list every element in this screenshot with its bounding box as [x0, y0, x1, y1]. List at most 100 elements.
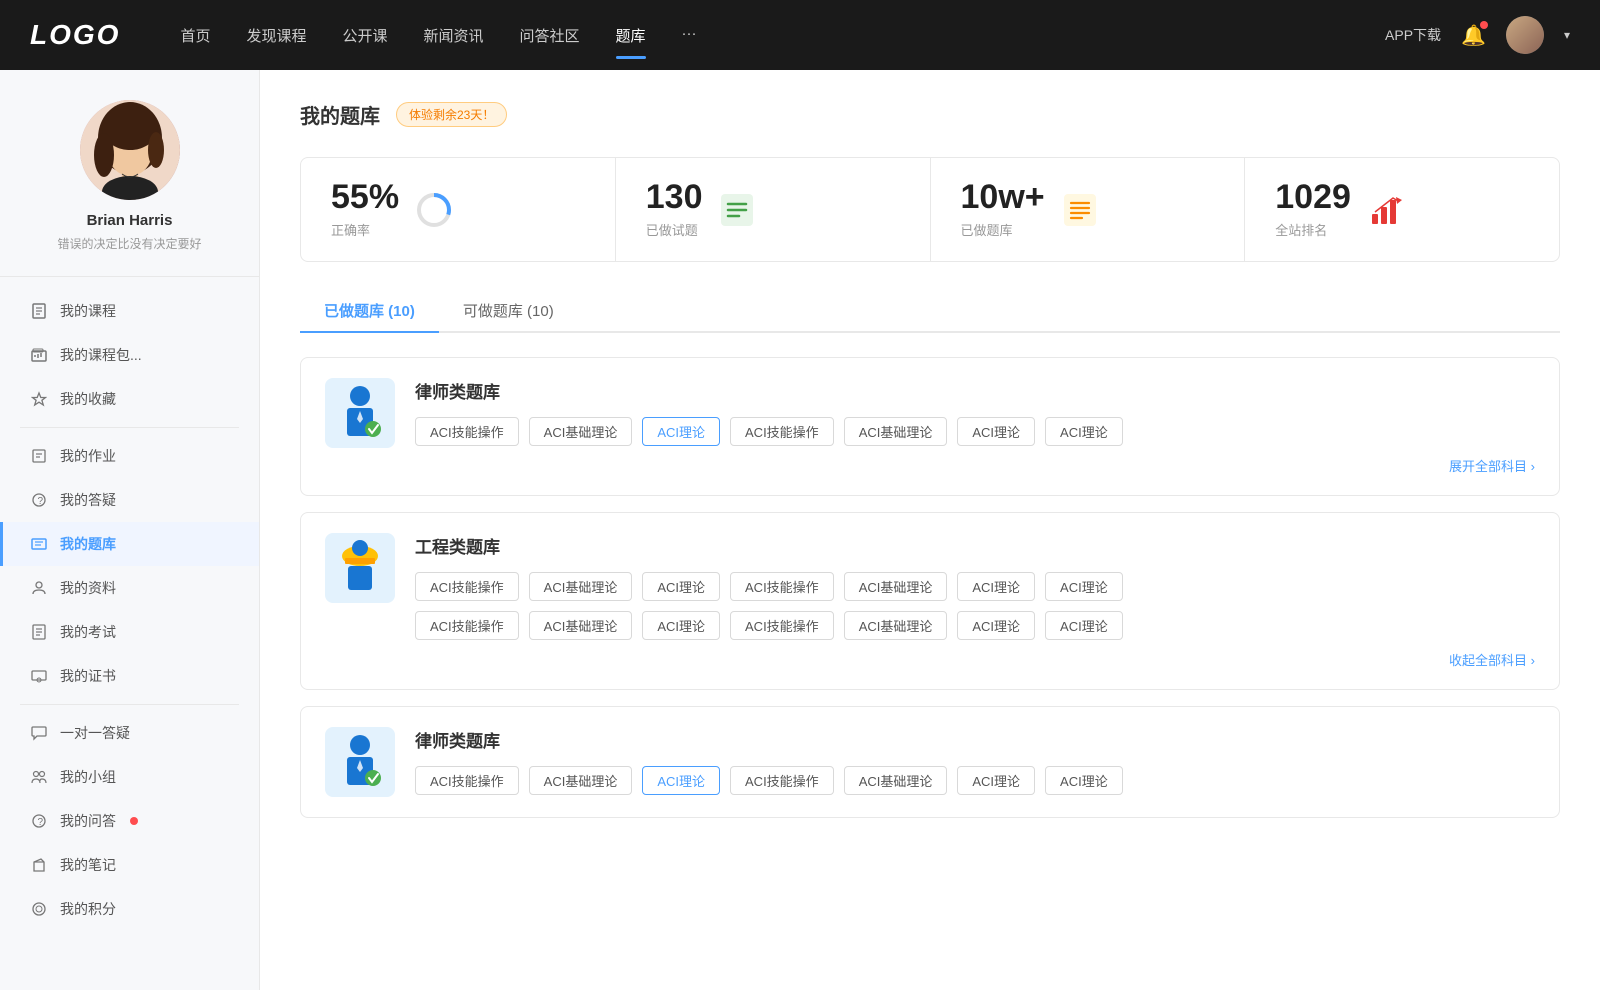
- eng-tag-14[interactable]: ACI理论: [1045, 611, 1123, 640]
- qbank-tags-lawyer-1: ACI技能操作 ACI基础理论 ACI理论 ACI技能操作 ACI基础理论 AC…: [415, 417, 1535, 446]
- sidebar-bio: 错误的决定比没有决定要好: [20, 235, 239, 252]
- collapse-link-engineer[interactable]: 收起全部科目 ›: [415, 650, 1535, 669]
- nav-right: APP下载 🔔 ▾: [1385, 16, 1570, 54]
- sidebar-item-coursepack[interactable]: 我的课程包...: [0, 333, 259, 377]
- svg-text:?: ?: [38, 496, 44, 507]
- nav-avatar[interactable]: [1506, 16, 1544, 54]
- eng-tag-10[interactable]: ACI理论: [642, 611, 720, 640]
- qbank-tags-engineer-row1: ACI技能操作 ACI基础理论 ACI理论 ACI技能操作 ACI基础理论 AC…: [415, 572, 1535, 601]
- exam-icon: [30, 623, 48, 641]
- sidebar-item-label-qbank: 我的题库: [60, 534, 116, 554]
- stat-done-questions-label: 已做试题: [646, 220, 703, 239]
- sidebar-item-label-coursepack: 我的课程包...: [60, 345, 142, 365]
- nav-link-discover[interactable]: 发现课程: [246, 20, 306, 51]
- lawyer2-tag-4[interactable]: ACI技能操作: [730, 766, 834, 795]
- lawyer2-tag-7[interactable]: ACI理论: [1045, 766, 1123, 795]
- sidebar-avatar: [80, 100, 180, 200]
- eng-tag-4[interactable]: ACI技能操作: [730, 572, 834, 601]
- nav-link-home[interactable]: 首页: [180, 20, 210, 51]
- tag-aci-skill-1[interactable]: ACI技能操作: [415, 417, 519, 446]
- pie-chart-icon: [415, 191, 453, 229]
- stat-done-questions-value: 130: [646, 180, 703, 214]
- nav-avatar-image: [1506, 16, 1544, 54]
- stats-row: 55% 正确率 130 已做试题: [300, 157, 1560, 262]
- nav-link-opencourse[interactable]: 公开课: [342, 20, 387, 51]
- sidebar-profile: Brian Harris 错误的决定比没有决定要好: [0, 100, 259, 277]
- page-header: 我的题库 体验剩余23天！: [300, 100, 1560, 129]
- eng-tag-9[interactable]: ACI基础理论: [529, 611, 633, 640]
- myqa-notification-dot: [130, 817, 138, 825]
- sidebar-item-cert[interactable]: 我的证书: [0, 654, 259, 698]
- sidebar-item-notes[interactable]: 我的笔记: [0, 843, 259, 887]
- engineer-icon: [325, 533, 395, 603]
- tab-done-banks[interactable]: 已做题库 (10): [300, 290, 439, 331]
- page-title: 我的题库: [300, 100, 380, 129]
- qbank-card-engineer: 工程类题库 ACI技能操作 ACI基础理论 ACI理论 ACI技能操作 ACI基…: [300, 512, 1560, 690]
- sidebar-item-myqa[interactable]: ? 我的问答: [0, 799, 259, 843]
- lawyer2-tag-5[interactable]: ACI基础理论: [844, 766, 948, 795]
- list-orange-icon: [1061, 191, 1099, 229]
- tag-aci-theory-active-1[interactable]: ACI理论: [642, 417, 720, 446]
- nav-logo[interactable]: LOGO: [30, 19, 120, 51]
- eng-tag-11[interactable]: ACI技能操作: [730, 611, 834, 640]
- lawyer2-tag-6[interactable]: ACI理论: [957, 766, 1035, 795]
- tab-available-banks[interactable]: 可做题库 (10): [439, 290, 578, 331]
- stat-rank-label: 全站排名: [1275, 220, 1351, 239]
- qbank-tags-engineer-row2: ACI技能操作 ACI基础理论 ACI理论 ACI技能操作 ACI基础理论 AC…: [415, 611, 1535, 640]
- question-icon: ?: [30, 491, 48, 509]
- eng-tag-13[interactable]: ACI理论: [957, 611, 1035, 640]
- tabs-row: 已做题库 (10) 可做题库 (10): [300, 290, 1560, 333]
- nav-link-qa[interactable]: 问答社区: [520, 20, 580, 51]
- sidebar-item-qbank[interactable]: 我的题库: [0, 522, 259, 566]
- sidebar-item-1on1[interactable]: 一对一答疑: [0, 711, 259, 755]
- nav-link-qbank[interactable]: 题库: [616, 20, 646, 51]
- tag-aci-theory-2[interactable]: ACI理论: [957, 417, 1035, 446]
- nav-link-news[interactable]: 新闻资讯: [424, 20, 484, 51]
- eng-tag-6[interactable]: ACI理论: [957, 572, 1035, 601]
- expand-link-1[interactable]: 展开全部科目 ›: [415, 456, 1535, 475]
- sidebar-item-homework[interactable]: 我的作业: [0, 434, 259, 478]
- qbank-title-lawyer-1: 律师类题库: [415, 378, 1535, 403]
- profile-icon: [30, 579, 48, 597]
- lawyer2-tag-active[interactable]: ACI理论: [642, 766, 720, 795]
- qbank-title-lawyer-2: 律师类题库: [415, 727, 1535, 752]
- lawyer2-tag-1[interactable]: ACI技能操作: [415, 766, 519, 795]
- coursepack-icon: [30, 346, 48, 364]
- sidebar-item-profile[interactable]: 我的资料: [0, 566, 259, 610]
- stat-correctness: 55% 正确率: [301, 158, 616, 261]
- eng-tag-8[interactable]: ACI技能操作: [415, 611, 519, 640]
- sidebar-item-label-homework: 我的作业: [60, 446, 116, 466]
- eng-tag-7[interactable]: ACI理论: [1045, 572, 1123, 601]
- tag-aci-basic-1[interactable]: ACI基础理论: [529, 417, 633, 446]
- sidebar-item-group[interactable]: 我的小组: [0, 755, 259, 799]
- sidebar-item-exam[interactable]: 我的考试: [0, 610, 259, 654]
- qbank-menu-icon: [30, 535, 48, 553]
- stat-done-banks: 10w+ 已做题库: [931, 158, 1246, 261]
- eng-tag-12[interactable]: ACI基础理论: [844, 611, 948, 640]
- star-icon: [30, 390, 48, 408]
- svg-text:?: ?: [38, 817, 44, 828]
- sidebar-item-questions[interactable]: ? 我的答疑: [0, 478, 259, 522]
- sidebar-item-points[interactable]: 我的积分: [0, 887, 259, 931]
- trial-badge: 体验剩余23天！: [396, 102, 507, 127]
- tag-aci-theory-3[interactable]: ACI理论: [1045, 417, 1123, 446]
- nav-bell-icon[interactable]: 🔔: [1461, 23, 1486, 48]
- sidebar-item-course[interactable]: 我的课程: [0, 289, 259, 333]
- qbank-card-lawyer-2: 律师类题库 ACI技能操作 ACI基础理论 ACI理论 ACI技能操作 ACI基…: [300, 706, 1560, 818]
- nav-app-download[interactable]: APP下载: [1385, 25, 1441, 45]
- eng-tag-5[interactable]: ACI基础理论: [844, 572, 948, 601]
- eng-tag-3[interactable]: ACI理论: [642, 572, 720, 601]
- tag-aci-basic-2[interactable]: ACI基础理论: [844, 417, 948, 446]
- nav-link-more[interactable]: ···: [682, 20, 697, 51]
- nav-dropdown-arrow[interactable]: ▾: [1564, 28, 1570, 42]
- tag-aci-skill-2[interactable]: ACI技能操作: [730, 417, 834, 446]
- myqa-icon: ?: [30, 812, 48, 830]
- eng-tag-2[interactable]: ACI基础理论: [529, 572, 633, 601]
- page-container: Brian Harris 错误的决定比没有决定要好 我的课程 我的课程包...: [0, 70, 1600, 990]
- lawyer2-tag-2[interactable]: ACI基础理论: [529, 766, 633, 795]
- main-content: 我的题库 体验剩余23天！ 55% 正确率: [260, 70, 1600, 990]
- eng-tag-1[interactable]: ACI技能操作: [415, 572, 519, 601]
- stat-correctness-value: 55%: [331, 180, 399, 214]
- stat-correctness-label: 正确率: [331, 220, 399, 239]
- sidebar-item-favorites[interactable]: 我的收藏: [0, 377, 259, 421]
